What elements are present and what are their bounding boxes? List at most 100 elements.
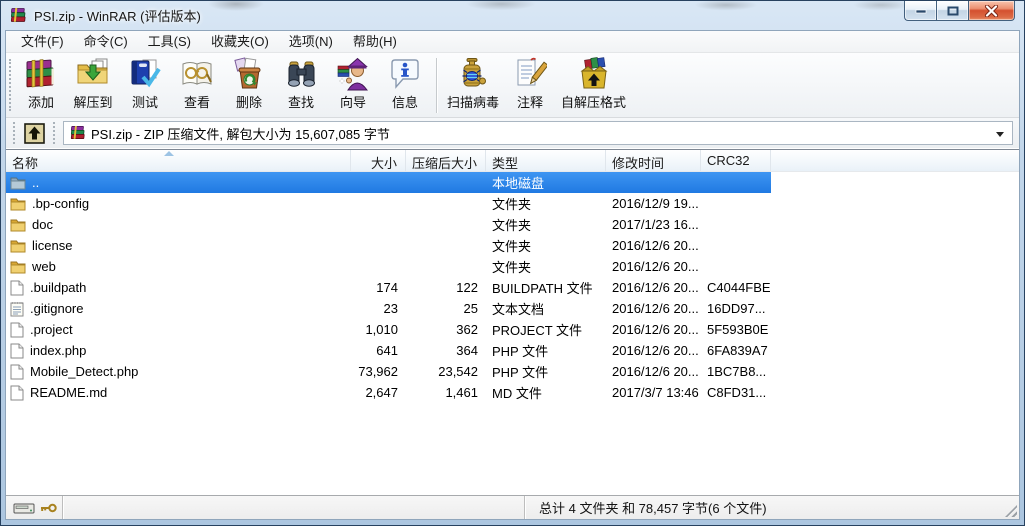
column-header-crc32[interactable]: CRC32	[701, 150, 771, 171]
file-type: 文件夹	[492, 197, 532, 212]
archive-path-combobox[interactable]: PSI.zip - ZIP 压缩文件, 解包大小为 15,607,085 字节	[63, 121, 1013, 145]
file-modified: 2016/12/6 20...	[612, 343, 699, 358]
view-button-label: 查看	[183, 95, 210, 110]
file-type: 文件夹	[492, 260, 532, 275]
file-row-mobile-detect-php[interactable]: Mobile_Detect.php 73,962 23,542 PHP 文件 2…	[6, 361, 771, 382]
up-one-level-icon	[24, 122, 45, 144]
info-button[interactable]: 信息	[379, 55, 431, 111]
window-controls	[904, 1, 1015, 21]
wizard-icon	[336, 56, 371, 91]
file-row-bp-config[interactable]: .bp-config 文件夹 2016/12/9 19...	[6, 193, 771, 214]
file-packed-size: 25	[463, 301, 478, 316]
file-modified: 2016/12/6 20...	[612, 301, 699, 316]
comment-button-label: 注释	[517, 95, 544, 110]
column-header-type[interactable]: 类型	[486, 150, 606, 171]
column-header-modified[interactable]: 修改时间	[606, 150, 701, 171]
file-size: 2,647	[365, 385, 398, 400]
file-crc32: 5F593B0E	[707, 322, 769, 337]
file-row-index-php[interactable]: index.php 641 364 PHP 文件 2016/12/6 20...…	[6, 340, 771, 361]
up-one-level-button[interactable]	[20, 120, 49, 146]
view-button[interactable]: 查看	[171, 55, 223, 111]
disk-drive-icon[interactable]	[13, 501, 35, 515]
menu-favorites[interactable]: 收藏夹(O)	[201, 31, 279, 53]
key-icon[interactable]	[39, 502, 57, 514]
sfx-button[interactable]: 自解压格式	[556, 55, 631, 111]
maximize-button[interactable]	[936, 1, 969, 21]
file-crc32: 1BC7B8...	[707, 364, 767, 379]
extract-to-button[interactable]: 解压到	[67, 55, 119, 111]
add-button-label: 添加	[27, 95, 54, 110]
file-size: 23	[383, 301, 398, 316]
status-bar: 总计 4 文件夹 和 78,457 字节(6 个文件)	[6, 495, 1019, 519]
address-grip[interactable]	[13, 122, 16, 144]
file-name: .gitignore	[30, 301, 84, 316]
file-crc32: 6FA839A7	[707, 343, 768, 358]
file-type: PHP 文件	[492, 365, 549, 380]
file-name: index.php	[30, 343, 87, 358]
file-name: README.md	[30, 385, 108, 400]
find-button[interactable]: 查找	[275, 55, 327, 111]
file-type: PHP 文件	[492, 344, 549, 359]
column-headers: 名称 大小 压缩后大小 类型 修改时间 CRC32	[6, 150, 1019, 172]
menu-tools[interactable]: 工具(S)	[138, 31, 201, 53]
file-row-buildpath[interactable]: .buildpath 174 122 BUILDPATH 文件 2016/12/…	[6, 277, 771, 298]
folder-icon	[10, 240, 26, 252]
file-icon	[10, 343, 24, 358]
close-button[interactable]	[969, 1, 1015, 21]
file-packed-size: 122	[456, 280, 478, 295]
address-bar: PSI.zip - ZIP 压缩文件, 解包大小为 15,607,085 字节	[6, 118, 1019, 149]
file-crc32: 16DD97...	[707, 301, 766, 316]
file-row-gitignore[interactable]: .gitignore 23 25 文本文档 2016/12/6 20... 16…	[6, 298, 771, 319]
file-modified: 2016/12/6 20...	[612, 322, 699, 337]
file-modified: 2016/12/6 20...	[612, 259, 699, 274]
menubar: 文件(F) 命令(C) 工具(S) 收藏夹(O) 选项(N) 帮助(H)	[6, 31, 1019, 53]
file-row-readme-md[interactable]: README.md 2,647 1,461 MD 文件 2017/3/7 13:…	[6, 382, 771, 403]
menu-options[interactable]: 选项(N)	[279, 31, 343, 53]
file-row-web[interactable]: web 文件夹 2016/12/6 20...	[6, 256, 771, 277]
view-file-icon	[180, 56, 215, 91]
minimize-button[interactable]	[904, 1, 936, 21]
file-row-project[interactable]: .project 1,010 362 PROJECT 文件 2016/12/6 …	[6, 319, 771, 340]
file-size: 73,962	[358, 364, 398, 379]
sfx-icon	[576, 56, 611, 91]
sfx-button-label: 自解压格式	[561, 95, 627, 110]
combobox-grip[interactable]	[53, 122, 56, 144]
column-header-name-label: 名称	[12, 156, 39, 171]
toolbar-grip[interactable]	[9, 59, 12, 111]
menu-help[interactable]: 帮助(H)	[343, 31, 407, 53]
delete-icon	[232, 56, 267, 91]
info-button-label: 信息	[391, 95, 418, 110]
file-name: .project	[30, 322, 73, 337]
file-list-panel: 名称 大小 压缩后大小 类型 修改时间 CRC32 .. 本地磁盘 .bp-co…	[6, 149, 1019, 495]
delete-button[interactable]: 删除	[223, 55, 275, 111]
titlebar[interactable]: PSI.zip - WinRAR (评估版本)	[1, 1, 1024, 30]
file-modified: 2016/12/6 20...	[612, 364, 699, 379]
column-header-size[interactable]: 大小	[351, 150, 406, 171]
wizard-button[interactable]: 向导	[327, 55, 379, 111]
test-button-label: 测试	[131, 95, 158, 110]
file-row-doc[interactable]: doc 文件夹 2017/1/23 16...	[6, 214, 771, 235]
combobox-dropdown-icon[interactable]	[996, 132, 1004, 137]
file-packed-size: 362	[456, 322, 478, 337]
column-header-name[interactable]: 名称	[6, 150, 351, 171]
file-row-parent-dir[interactable]: .. 本地磁盘	[6, 172, 771, 193]
file-size: 641	[376, 343, 398, 358]
column-header-packed[interactable]: 压缩后大小	[406, 150, 486, 171]
file-packed-size: 364	[456, 343, 478, 358]
add-button[interactable]: 添加	[15, 55, 67, 111]
file-row-license[interactable]: license 文件夹 2016/12/6 20...	[6, 235, 771, 256]
comment-button[interactable]: 注释	[504, 55, 556, 111]
file-type: 本地磁盘	[492, 176, 545, 191]
comment-icon	[513, 56, 548, 91]
file-size: 174	[376, 280, 398, 295]
find-button-label: 查找	[287, 95, 314, 110]
file-name: Mobile_Detect.php	[30, 364, 139, 379]
menu-commands[interactable]: 命令(C)	[74, 31, 138, 53]
file-packed-size: 23,542	[438, 364, 478, 379]
scan-virus-button[interactable]: 扫描病毒	[442, 55, 504, 111]
test-button[interactable]: 测试	[119, 55, 171, 111]
file-name: doc	[32, 217, 53, 232]
file-type: MD 文件	[492, 386, 542, 401]
file-type: 文件夹	[492, 239, 532, 254]
menu-file[interactable]: 文件(F)	[11, 31, 74, 53]
